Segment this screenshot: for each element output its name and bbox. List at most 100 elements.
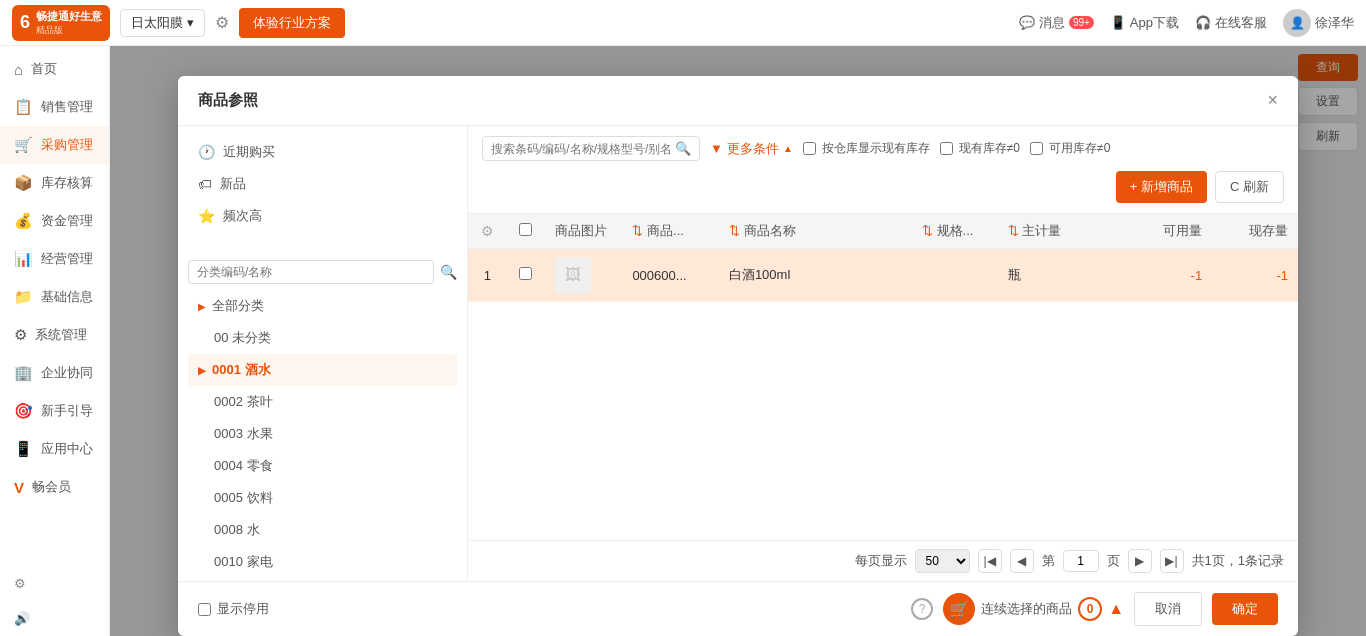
app-download-item[interactable]: 📱 App下载 — [1110, 14, 1179, 32]
filter-button[interactable]: ▼ 更多条件 ▲ — [710, 140, 793, 158]
show-disabled-checkbox[interactable] — [198, 603, 211, 616]
user-item[interactable]: 👤 徐泽华 — [1283, 9, 1354, 37]
category-0005[interactable]: 0005 饮料 — [188, 482, 457, 514]
cart-count-badge: 0 — [1078, 597, 1102, 621]
inventory-icon: 📦 — [14, 174, 33, 192]
sidebar-settings[interactable]: ⚙ — [0, 566, 109, 601]
sidebar-item-apps[interactable]: 📱 应用中心 — [0, 430, 109, 468]
col-img-header: 商品图片 — [545, 214, 622, 249]
category-all[interactable]: ▶ 全部分类 — [188, 290, 457, 322]
next-page-button[interactable]: ▶ — [1128, 549, 1152, 573]
quick-link-recent[interactable]: 🕐 近期购买 — [188, 136, 457, 168]
sort-icon-name: ⇅ — [729, 223, 740, 238]
first-page-button[interactable]: |◀ — [978, 549, 1002, 573]
confirm-button[interactable]: 确定 — [1212, 593, 1278, 625]
product-code-cell: 000600... — [622, 249, 719, 302]
quick-link-frequent[interactable]: ⭐ 频次高 — [188, 200, 457, 232]
table-row[interactable]: 1 🖼 — [468, 249, 1298, 302]
existing-stock-checkbox-row[interactable]: 现有库存≠0 — [940, 140, 1020, 157]
available-stock-checkbox-row[interactable]: 可用库存≠0 — [1030, 140, 1110, 157]
category-0004[interactable]: 0004 零食 — [188, 450, 457, 482]
per-page-select[interactable]: 50 100 200 — [915, 549, 970, 573]
existing-stock-checkbox[interactable] — [940, 142, 953, 155]
category-search-icon[interactable]: 🔍 — [440, 264, 457, 280]
guide-icon: 🎯 — [14, 402, 33, 420]
available-stock-checkbox[interactable] — [1030, 142, 1043, 155]
category-0008[interactable]: 0008 水 — [188, 514, 457, 546]
sidebar-item-inventory[interactable]: 📦 库存核算 — [0, 164, 109, 202]
product-name-cell: 白酒100ml — [719, 249, 912, 302]
apps-icon: 📱 — [14, 440, 33, 458]
product-image: 🖼 — [555, 257, 591, 293]
footer-left: 显示停用 — [198, 600, 269, 618]
collapse-cart-icon[interactable]: ▲ — [1108, 600, 1124, 618]
help-icon[interactable]: ? — [911, 598, 933, 620]
category-0010[interactable]: 0010 家电 — [188, 546, 457, 578]
category-0003[interactable]: 0003 水果 — [188, 418, 457, 450]
col-spec-header[interactable]: ⇅ 规格... — [912, 214, 998, 249]
category-0001[interactable]: ▶ 0001 酒水 — [188, 354, 457, 386]
store-dropdown[interactable]: 日太阳膜 ▾ — [120, 9, 205, 37]
modal-category-panel: 🕐 近期购买 🏷 新品 ⭐ 频次高 — [178, 126, 468, 581]
row-checkbox[interactable] — [519, 267, 532, 280]
last-page-button[interactable]: ▶| — [1160, 549, 1184, 573]
messages-item[interactable]: 💬 消息 99+ — [1019, 14, 1094, 32]
table-header-row: ⚙ 商品图片 — [468, 214, 1298, 249]
col-check-header[interactable] — [507, 214, 546, 249]
category-search-row: 🔍 — [178, 254, 467, 290]
category-list: ▶ 全部分类 00 未分类 ▶ 0001 酒水 — [178, 290, 467, 578]
col-stock-header: 现存量 — [1212, 214, 1298, 249]
sidebar-item-system[interactable]: ⚙ 系统管理 — [0, 316, 109, 354]
col-unit-header[interactable]: ⇅ 主计量 — [998, 214, 1084, 249]
warehouse-checkbox[interactable] — [803, 142, 816, 155]
avatar: 👤 — [1283, 9, 1311, 37]
settings-icon: ⚙ — [14, 576, 26, 591]
table-settings-icon[interactable]: ⚙ — [481, 223, 494, 239]
quick-link-new[interactable]: 🏷 新品 — [188, 168, 457, 200]
sidebar-volume[interactable]: 🔊 — [0, 601, 109, 636]
col-name-header[interactable]: ⇅ 商品名称 — [719, 214, 912, 249]
sidebar-item-finance[interactable]: 💰 资金管理 — [0, 202, 109, 240]
product-table-container: ⚙ 商品图片 — [468, 214, 1298, 540]
sidebar-item-base[interactable]: 📁 基础信息 — [0, 278, 109, 316]
refresh-button[interactable]: C 刷新 — [1215, 171, 1284, 203]
add-product-button[interactable]: + 新增商品 — [1116, 171, 1207, 203]
sidebar-item-member[interactable]: V 畅会员 — [0, 468, 109, 506]
page-number-input[interactable] — [1063, 550, 1099, 572]
sidebar-item-operation[interactable]: 📊 经营管理 — [0, 240, 109, 278]
sidebar-item-home[interactable]: ⌂ 首页 — [0, 50, 109, 88]
online-service-item[interactable]: 🎧 在线客服 — [1195, 14, 1267, 32]
modal-title: 商品参照 — [198, 91, 258, 110]
category-search-input[interactable] — [188, 260, 434, 284]
prev-page-button[interactable]: ◀ — [1010, 549, 1034, 573]
total-pages-label: 共1页，1条记录 — [1192, 552, 1284, 570]
collapse-panel-button[interactable]: ‹‹ — [467, 334, 468, 374]
modal-close-button[interactable]: × — [1267, 90, 1278, 111]
try-button[interactable]: 体验行业方案 — [239, 8, 345, 38]
home-icon: ⌂ — [14, 61, 23, 78]
sidebar-item-purchase[interactable]: 🛒 采购管理 — [0, 126, 109, 164]
sidebar-item-sales[interactable]: 📋 销售管理 — [0, 88, 109, 126]
quick-links: 🕐 近期购买 🏷 新品 ⭐ 频次高 — [178, 136, 467, 242]
logo-icon: 6 — [20, 12, 30, 33]
phone-icon: 📱 — [1110, 15, 1126, 30]
col-code-header[interactable]: ⇅ 商品... — [622, 214, 719, 249]
cancel-button[interactable]: 取消 — [1134, 592, 1202, 626]
modal-header: 商品参照 × — [178, 76, 1298, 126]
warehouse-checkbox-row[interactable]: 按仓库显示现有库存 — [803, 140, 930, 157]
sidebar-item-guide[interactable]: 🎯 新手引导 — [0, 392, 109, 430]
modal-right-panel: 🔍 ▼ 更多条件 ▲ 按仓库显示现有库存 — [468, 126, 1298, 581]
cart-icon[interactable]: 🛒 — [943, 593, 975, 625]
col-settings-header[interactable]: ⚙ — [468, 214, 507, 249]
category-00[interactable]: 00 未分类 — [188, 322, 457, 354]
operation-icon: 📊 — [14, 250, 33, 268]
clock-icon: 🕐 — [198, 144, 215, 160]
product-search-input[interactable] — [491, 142, 671, 156]
sidebar-item-enterprise[interactable]: 🏢 企业协同 — [0, 354, 109, 392]
row-checkbox-cell[interactable] — [507, 249, 546, 302]
gear-icon[interactable]: ⚙ — [215, 13, 229, 32]
show-disabled-label[interactable]: 显示停用 — [198, 600, 269, 618]
category-0002[interactable]: 0002 茶叶 — [188, 386, 457, 418]
select-all-checkbox[interactable] — [519, 223, 532, 236]
product-search-icon[interactable]: 🔍 — [675, 141, 691, 156]
